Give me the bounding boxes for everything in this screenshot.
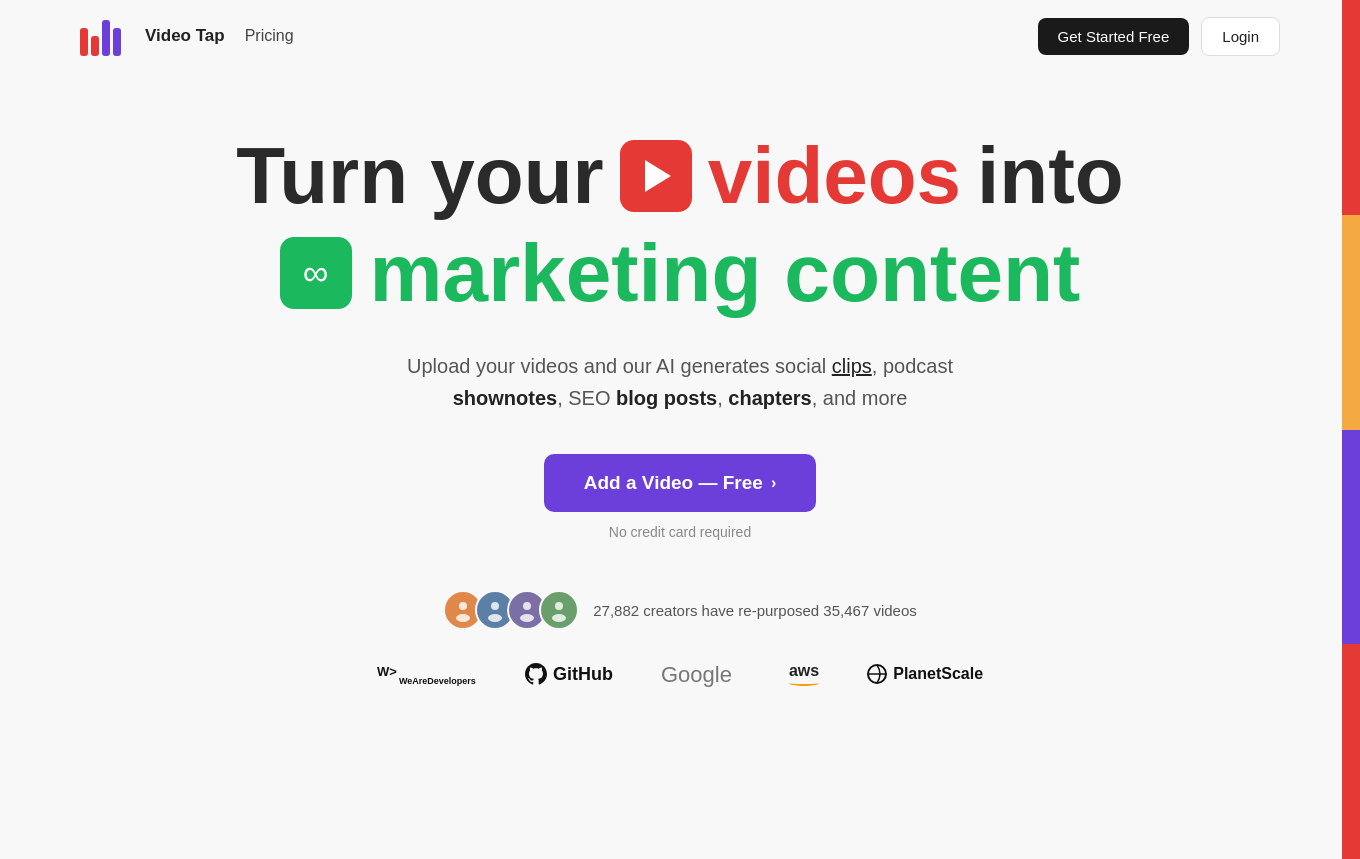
we-are-svg: W> WeAreDevelopers [377, 660, 477, 688]
github-icon [525, 663, 547, 685]
aws-line [789, 680, 819, 686]
social-proof: 27,882 creators have re-purposed 35,467 … [377, 590, 983, 688]
svg-point-0 [459, 602, 467, 610]
headline-turn-your: Turn your [236, 132, 603, 220]
logo-bar-3 [102, 20, 110, 56]
subtitle-part2: , podcast [872, 355, 953, 377]
brand-name: Video Tap [145, 26, 225, 46]
logo-bar-2 [91, 36, 99, 56]
decorative-stripe [1342, 0, 1360, 859]
aws-smile: aws [789, 662, 819, 686]
brand-github: GitHub [525, 663, 613, 685]
chevron-icon: › [771, 474, 776, 492]
avatars-and-text: 27,882 creators have re-purposed 35,467 … [443, 590, 917, 630]
nav-left: Video Tap Pricing [80, 16, 294, 56]
svg-text:Google: Google [661, 662, 732, 687]
nav-pricing-link[interactable]: Pricing [245, 27, 294, 45]
brand-logos: W> WeAreDevelopers GitHub Google a [377, 660, 983, 688]
headline-line2: ∞ marketing content [236, 228, 1123, 318]
svg-point-5 [520, 614, 534, 622]
headline-line1: Turn your videos into [236, 132, 1123, 220]
svg-point-3 [488, 614, 502, 622]
nav-right: Get Started Free Login [1038, 17, 1280, 56]
google-svg: Google [661, 660, 741, 688]
logo-mark [80, 16, 121, 56]
brand-google: Google [661, 660, 741, 688]
play-icon [645, 160, 671, 192]
github-label: GitHub [553, 664, 613, 685]
creators-text: 27,882 creators have re-purposed 35,467 … [593, 602, 917, 619]
logo-bar-1 [80, 28, 88, 56]
subtitle-blogposts: blog posts [616, 387, 717, 409]
headline-videos: videos [708, 132, 961, 220]
subtitle-chapters: chapters [728, 387, 811, 409]
aws-text: aws [789, 662, 819, 680]
cta-container: Add a Video — Free › No credit card requ… [544, 454, 816, 540]
planetscale-label: PlanetScale [893, 665, 983, 683]
subtitle-part3: , SEO [557, 387, 610, 409]
svg-point-6 [555, 602, 563, 610]
headline-into: into [977, 132, 1124, 220]
avatars-row [443, 590, 579, 630]
brand-aws: aws [789, 662, 819, 686]
headline-marketing-content: marketing content [370, 228, 1081, 318]
brand-weareDevelopers: W> WeAreDevelopers [377, 660, 477, 688]
video-icon-badge [620, 140, 692, 212]
login-button[interactable]: Login [1201, 17, 1280, 56]
brand-planetscale: PlanetScale [867, 664, 983, 684]
hero-subtitle: Upload your videos and our AI generates … [360, 350, 1000, 414]
hero-headline: Turn your videos into ∞ marketing conten… [236, 132, 1123, 318]
svg-text:WeAreDevelopers: WeAreDevelopers [399, 676, 476, 686]
subtitle-comma: , [717, 387, 728, 409]
no-credit-text: No credit card required [609, 524, 751, 540]
avatar-4 [539, 590, 579, 630]
navbar: Video Tap Pricing Get Started Free Login [0, 0, 1360, 72]
logo-bar-4 [113, 28, 121, 56]
svg-text:W>: W> [377, 664, 397, 679]
svg-point-1 [456, 614, 470, 622]
svg-point-7 [552, 614, 566, 622]
planetscale-icon [867, 664, 887, 684]
svg-point-4 [523, 602, 531, 610]
cta-button-label: Add a Video — Free [584, 472, 763, 494]
hero-section: Turn your videos into ∞ marketing conten… [0, 72, 1360, 728]
subtitle-clips: clips [832, 355, 872, 377]
subtitle-part4: , and more [812, 387, 908, 409]
infinity-badge: ∞ [280, 237, 352, 309]
subtitle-part1: Upload your videos and our AI generates … [407, 355, 826, 377]
cta-button[interactable]: Add a Video — Free › [544, 454, 816, 512]
subtitle-shownotes: shownotes [453, 387, 557, 409]
get-started-button[interactable]: Get Started Free [1038, 18, 1190, 55]
svg-point-2 [491, 602, 499, 610]
